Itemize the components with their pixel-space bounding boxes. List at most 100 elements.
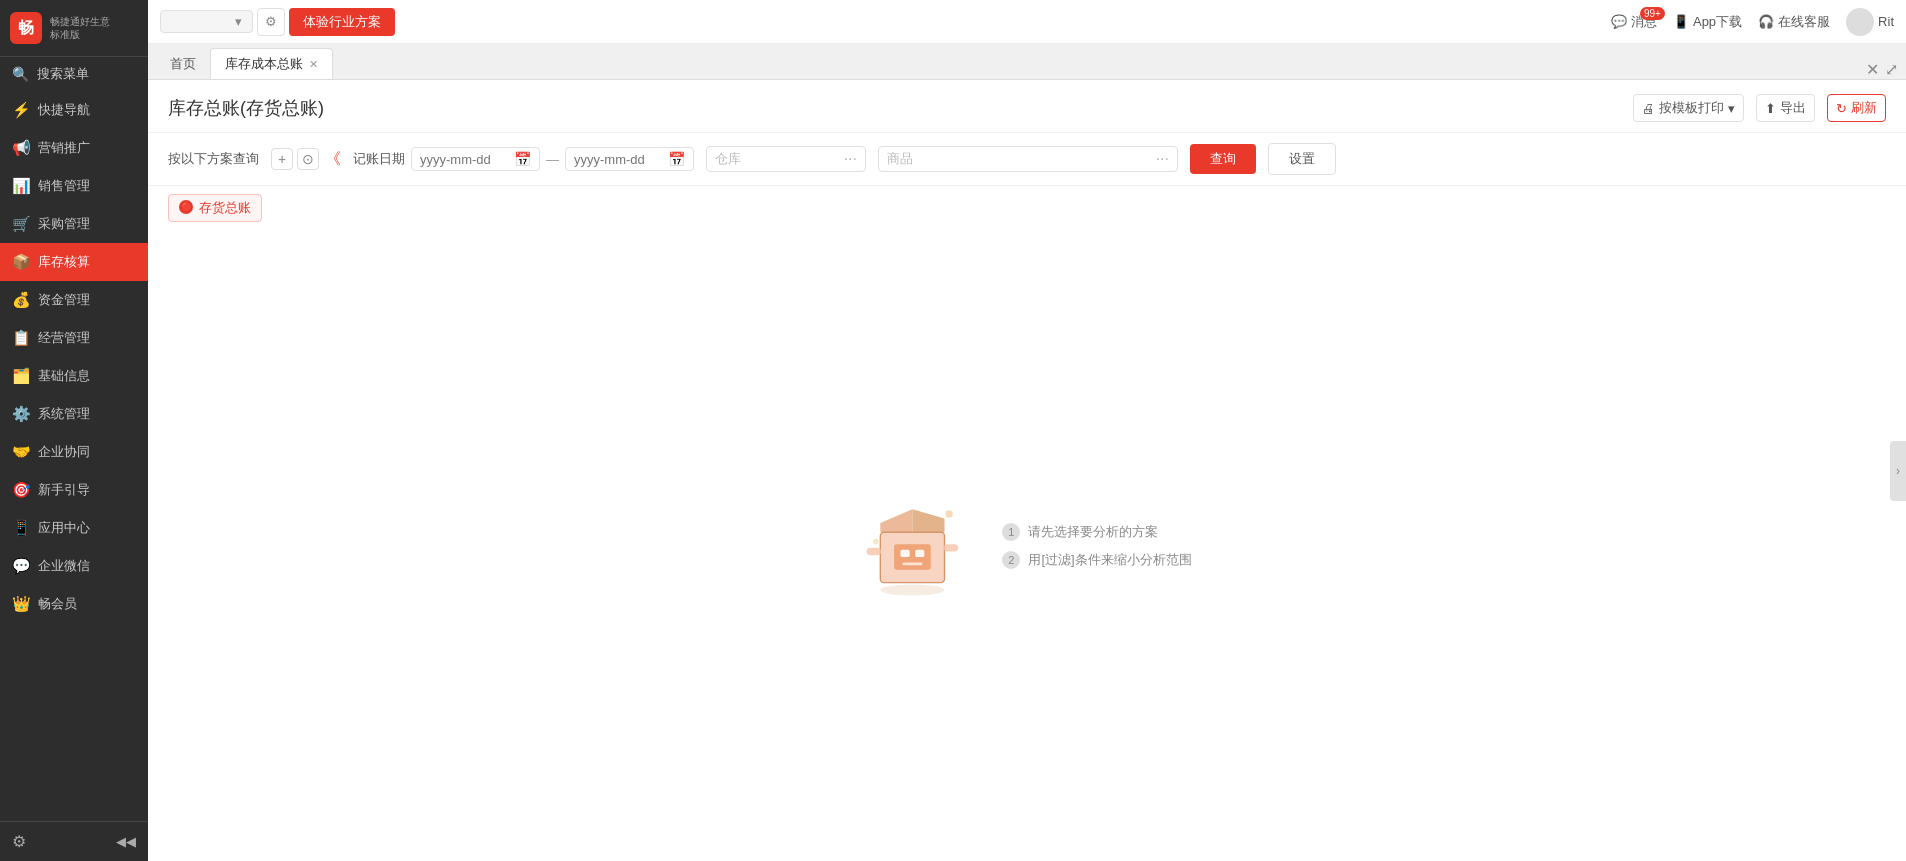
sales-icon: 📊 [12,177,30,195]
svg-rect-10 [916,549,925,556]
export-icon: ⬆ [1765,101,1776,116]
sidebar-item-enterprise[interactable]: 🤝 企业协同 [0,433,148,471]
filter-label: 按以下方案查询 [168,150,259,168]
sidebar-item-operations[interactable]: 📋 经营管理 [0,319,148,357]
settings-btn[interactable]: 设置 [1268,143,1336,175]
date-separator: — [546,152,559,167]
tabbar: 首页 库存成本总账 ✕ ✕ ⤢ [148,44,1906,80]
online-service-btn[interactable]: 🎧 在线客服 [1758,13,1830,31]
sidebar-item-system[interactable]: ⚙️ 系统管理 [0,395,148,433]
date-end-wrap[interactable]: 📅 [565,147,694,171]
marketing-icon: 📢 [12,139,30,157]
page-content: 库存总账(存货总账) 🖨 按模板打印 ▾ ⬆ 导出 ↻ 刷新 按以下方案查询 [148,80,1906,861]
sidebar-item-label: 经营管理 [38,329,90,347]
breadcrumb-dropdown-icon[interactable]: ▾ [235,14,242,29]
print-dropdown-icon[interactable]: ▾ [1728,101,1735,116]
panel-toggle-icon: › [1896,464,1900,478]
sidebar-item-basic[interactable]: 🗂️ 基础信息 [0,357,148,395]
tip-text-1: 请先选择要分析的方案 [1028,523,1158,541]
sidebar-collapse-icon[interactable]: ◀◀ [116,834,136,849]
date-end-input[interactable] [574,152,664,167]
industry-btn[interactable]: 体验行业方案 [289,8,395,36]
page-header: 库存总账(存货总账) 🖨 按模板打印 ▾ ⬆ 导出 ↻ 刷新 [148,80,1906,133]
sidebar-item-label: 基础信息 [38,367,90,385]
filter-more-btn[interactable]: ⊙ [297,148,319,170]
purchase-icon: 🛒 [12,215,30,233]
basic-icon: 🗂️ [12,367,30,385]
sidebar-item-inventory[interactable]: 📦 库存核算 [0,243,148,281]
svg-rect-12 [867,547,882,554]
filter-collapse-btn[interactable]: 《 [325,149,341,170]
svg-rect-13 [944,544,959,551]
sidebar-item-quick-nav[interactable]: ⚡ 快捷导航 [0,91,148,129]
svg-text:🔴: 🔴 [181,201,193,213]
sidebar-item-label: 采购管理 [38,215,90,233]
calendar-start-icon[interactable]: 📅 [514,151,531,167]
breadcrumb[interactable]: ▾ [160,10,253,33]
sidebar-item-label: 资金管理 [38,291,90,309]
date-filter: 记账日期 📅 — 📅 [353,147,694,171]
topbar: ▾ ⚙ 体验行业方案 💬 消息 99+ 📱 App下载 🎧 在线客服 [148,0,1906,44]
date-start-input[interactable] [420,152,510,167]
export-btn[interactable]: ⬆ 导出 [1756,94,1815,122]
date-filter-label: 记账日期 [353,150,405,168]
empty-tip-1: 1 请先选择要分析的方案 [1002,523,1191,541]
print-btn[interactable]: 🖨 按模板打印 ▾ [1633,94,1744,122]
svg-marker-4 [913,509,945,532]
sidebar-item-sales[interactable]: 📊 销售管理 [0,167,148,205]
sidebar-item-wechat[interactable]: 💬 企业微信 [0,547,148,585]
sidebar-item-label: 新手引导 [38,481,90,499]
sidebar-item-member[interactable]: 👑 畅会员 [0,585,148,623]
goods-more-icon[interactable]: ··· [1156,150,1169,168]
page-title: 库存总账(存货总账) [168,96,324,120]
panel-close-btn[interactable]: ✕ [1866,60,1879,79]
warehouse-filter[interactable]: 仓库 ··· [706,146,866,172]
sidebar-search-label: 搜索菜单 [37,65,89,83]
sidebar-item-marketing[interactable]: 📢 营销推广 [0,129,148,167]
goods-placeholder: 商品 [887,150,1152,168]
tab-close-icon[interactable]: ✕ [309,59,318,70]
gear-button[interactable]: ⚙ [257,8,285,36]
message-btn[interactable]: 💬 消息 99+ [1611,13,1657,31]
sidebar-item-label: 快捷导航 [38,101,90,119]
sidebar-item-newbie[interactable]: 🎯 新手引导 [0,471,148,509]
user-name: Rit [1878,14,1894,29]
page-actions: 🖨 按模板打印 ▾ ⬆ 导出 ↻ 刷新 [1633,94,1886,122]
date-start-wrap[interactable]: 📅 [411,147,540,171]
logo-icon: 畅 [10,12,42,44]
tab-home[interactable]: 首页 [156,49,210,79]
scheme-item-label: 存货总账 [199,199,251,217]
sidebar: 畅 畅捷通好生意 标准版 🔍 搜索菜单 ⚡ 快捷导航 📢 营销推广 📊 销售管理… [0,0,148,861]
svg-rect-9 [901,549,910,556]
query-btn[interactable]: 查询 [1190,144,1256,174]
sidebar-item-purchase[interactable]: 🛒 采购管理 [0,205,148,243]
app-download-btn[interactable]: 📱 App下载 [1673,13,1742,31]
scheme-item[interactable]: 🔴 存货总账 [168,194,262,222]
system-icon: ⚙️ [12,405,30,423]
goods-filter[interactable]: 商品 ··· [878,146,1178,172]
sidebar-item-finance[interactable]: 💰 资金管理 [0,281,148,319]
sidebar-settings-icon[interactable]: ⚙ [12,832,26,851]
online-service-icon: 🎧 [1758,14,1774,29]
finance-icon: 💰 [12,291,30,309]
sidebar-item-label: 营销推广 [38,139,90,157]
calendar-end-icon[interactable]: 📅 [668,151,685,167]
filter-add-btn[interactable]: + [271,148,293,170]
tip-text-2: 用[过滤]条件来缩小分析范围 [1028,551,1191,569]
right-panel-toggle[interactable]: › [1890,441,1906,501]
sidebar-item-app-center[interactable]: 📱 应用中心 [0,509,148,547]
sidebar-search[interactable]: 🔍 搜索菜单 [0,57,148,91]
online-service-label: 在线客服 [1778,13,1830,31]
svg-marker-3 [881,509,913,532]
panel-expand-btn[interactable]: ⤢ [1885,60,1898,79]
tab-inventory-cost[interactable]: 库存成本总账 ✕ [210,48,333,79]
tab-home-label: 首页 [170,55,196,73]
print-label: 按模板打印 [1659,99,1724,117]
user-avatar-btn[interactable]: Rit [1846,8,1894,36]
app-download-label: App下载 [1693,13,1742,31]
warehouse-more-icon[interactable]: ··· [844,150,857,168]
refresh-btn[interactable]: ↻ 刷新 [1827,94,1886,122]
filter-actions: + ⊙ 《 [271,148,341,170]
tip-num-2: 2 [1002,551,1020,569]
svg-rect-11 [903,562,923,565]
